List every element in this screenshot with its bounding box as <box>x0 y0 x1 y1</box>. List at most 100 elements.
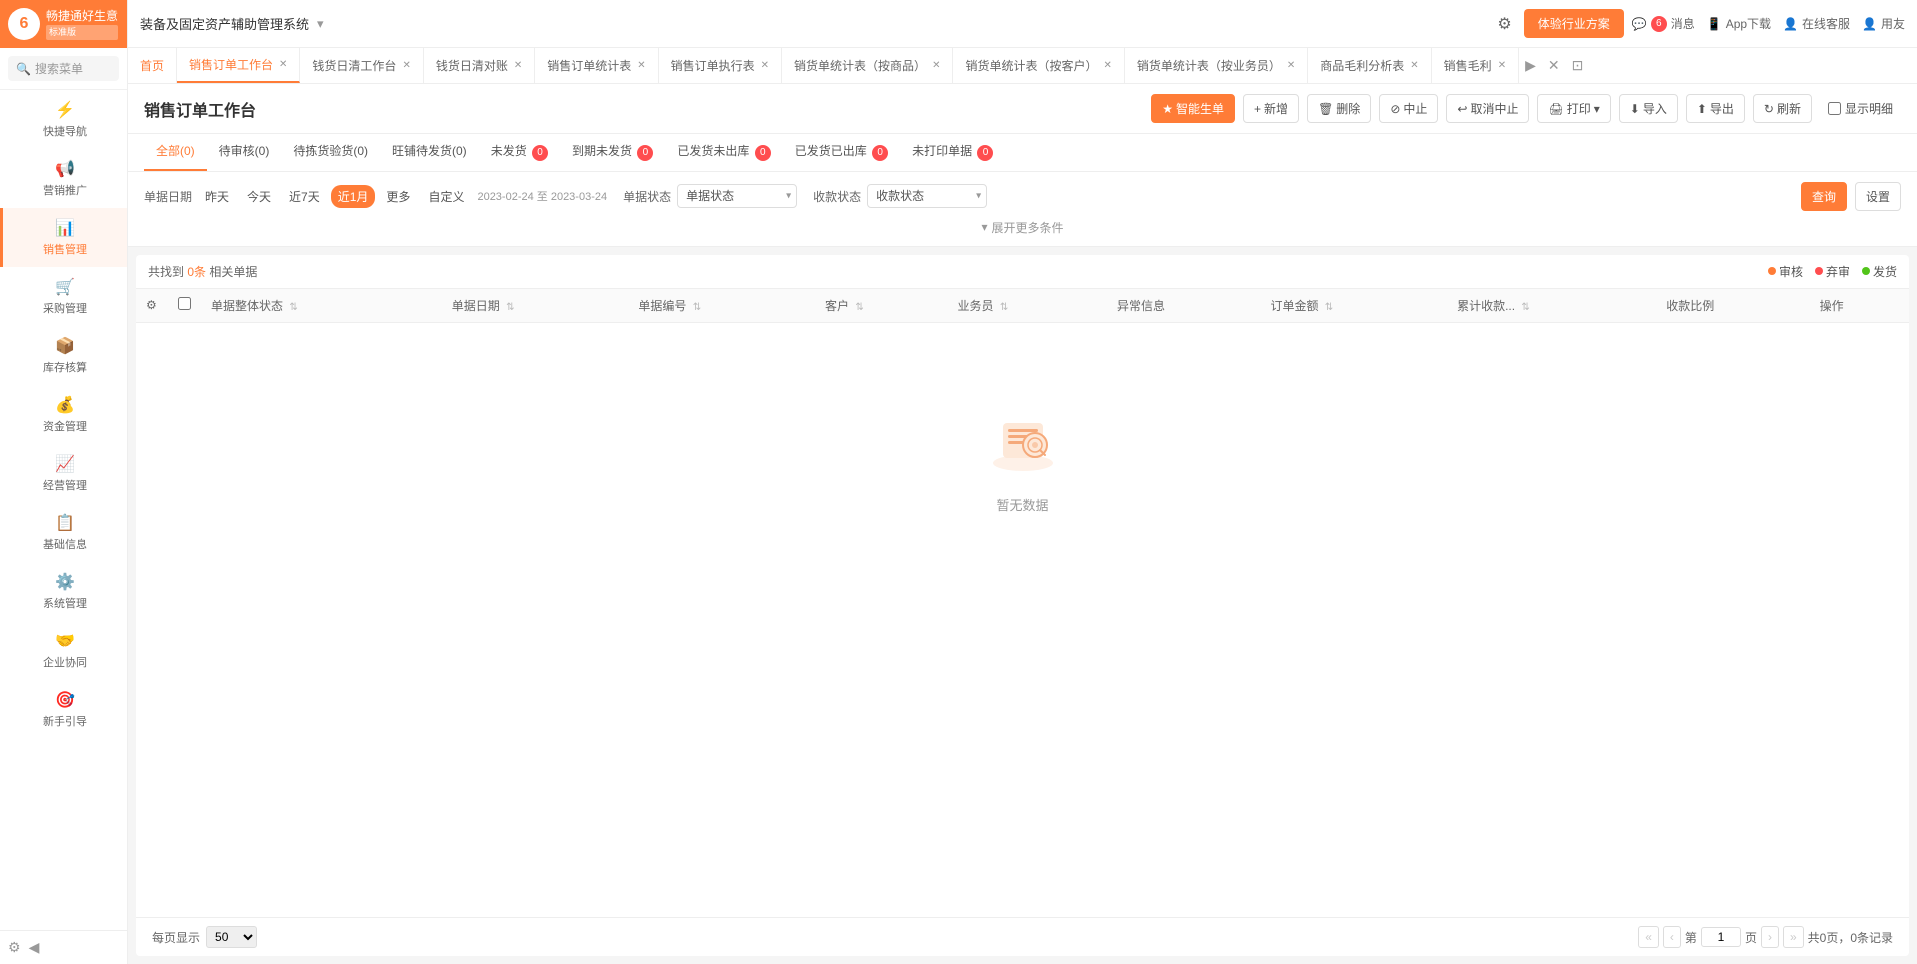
tab-sales-stats-product-close-icon[interactable]: ✕ <box>932 60 940 71</box>
date-btn-today[interactable]: 今天 <box>240 185 278 208</box>
filter-status-select[interactable]: 单据状态 <box>677 184 797 208</box>
filter-status-label: 单据状态 <box>623 188 671 205</box>
topbar-settings-icon[interactable]: ⚙ <box>1493 10 1515 38</box>
subtab-shipped-out[interactable]: 已发货已出库 0 <box>783 134 900 171</box>
query-button[interactable]: 查询 <box>1801 182 1847 211</box>
filter-collect-select[interactable]: 收款状态 <box>867 184 987 208</box>
tab-nav-close[interactable]: ✕ <box>1542 48 1566 83</box>
tab-sales-stats-staff[interactable]: 销货单统计表（按业务员） ✕ <box>1125 48 1308 83</box>
col-amount[interactable]: 订单金额 ⇅ <box>1260 289 1447 323</box>
tab-sales-order-exec-close-icon[interactable]: ✕ <box>761 60 769 71</box>
add-button[interactable]: + 新增 <box>1243 94 1299 123</box>
message-action[interactable]: 💬 6 消息 <box>1632 15 1695 32</box>
sidebar-item-sales[interactable]: 📊 销售管理 <box>0 208 127 267</box>
tab-sales-order-workbench[interactable]: 销售订单工作台 ✕ <box>177 48 300 83</box>
tab-sales-profit[interactable]: 销售毛利 ✕ <box>1432 48 1519 83</box>
cancel-stop-button[interactable]: ↩ 取消中止 <box>1446 94 1529 123</box>
subtab-pending-check[interactable]: 待拣货验货(0) <box>281 134 380 171</box>
col-abnormal[interactable]: 异常信息 <box>1107 289 1260 323</box>
stop-button[interactable]: ⊘ 中止 <box>1379 94 1438 123</box>
review-action[interactable]: 审核 <box>1768 263 1803 280</box>
settings-icon[interactable]: ⚙ <box>8 939 21 956</box>
subtab-wangpu[interactable]: 旺铺待发货(0) <box>380 134 479 171</box>
tab-cash-reconcile[interactable]: 钱货日清对账 ✕ <box>424 48 535 83</box>
select-all-checkbox[interactable] <box>178 297 191 310</box>
col-status[interactable]: 单据整体状态 ⇅ <box>201 289 442 323</box>
col-staff[interactable]: 业务员 ⇅ <box>947 289 1107 323</box>
tab-gross-profit-close-icon[interactable]: ✕ <box>1410 60 1418 71</box>
sidebar-item-guide[interactable]: 🎯 新手引导 <box>0 680 127 739</box>
sidebar-item-enterprise[interactable]: 🤝 企业协同 <box>0 621 127 680</box>
sidebar-item-purchase[interactable]: 🛒 采购管理 <box>0 267 127 326</box>
search-input-area[interactable]: 🔍 搜索菜单 <box>8 56 119 81</box>
tab-home[interactable]: 首页 <box>128 48 177 83</box>
date-btn-1month[interactable]: 近1月 <box>331 185 376 208</box>
user-action[interactable]: 👤 用友 <box>1862 15 1905 32</box>
next-page-button[interactable]: › <box>1761 926 1779 948</box>
online-service-action[interactable]: 👤 在线客服 <box>1783 15 1850 32</box>
col-settings[interactable]: ⚙ <box>136 289 168 323</box>
sidebar-item-marketing[interactable]: 📢 营销推广 <box>0 149 127 208</box>
tab-sales-stats-customer-close-icon[interactable]: ✕ <box>1103 60 1111 71</box>
tab-sales-stats-customer[interactable]: 销货单统计表（按客户） ✕ <box>953 48 1124 83</box>
cancel-review-action[interactable]: 弃审 <box>1815 263 1850 280</box>
show-detail-input[interactable] <box>1828 102 1841 115</box>
app-download-action[interactable]: 📱 App下载 <box>1707 15 1771 32</box>
tab-sales-order-exec[interactable]: 销售订单执行表 ✕ <box>659 48 782 83</box>
col-customer[interactable]: 客户 ⇅ <box>815 289 947 323</box>
tab-gross-profit[interactable]: 商品毛利分析表 ✕ <box>1308 48 1431 83</box>
tab-sales-profit-close-icon[interactable]: ✕ <box>1498 60 1506 71</box>
tab-sales-order-stats[interactable]: 销售订单统计表 ✕ <box>535 48 658 83</box>
tab-sales-stats-staff-close-icon[interactable]: ✕ <box>1287 60 1295 71</box>
sidebar-item-quick-nav[interactable]: ⚡ 快捷导航 <box>0 90 127 149</box>
show-detail-checkbox[interactable]: 显示明细 <box>1820 95 1901 122</box>
col-ratio[interactable]: 收款比例 <box>1656 289 1809 323</box>
refresh-button[interactable]: ↻ 刷新 <box>1753 94 1812 123</box>
import-button[interactable]: ⬇ 导入 <box>1619 94 1678 123</box>
tab-sales-order-stats-close-icon[interactable]: ✕ <box>637 60 645 71</box>
industry-solution-button[interactable]: 体验行业方案 <box>1524 9 1624 38</box>
col-date[interactable]: 单据日期 ⇅ <box>442 289 629 323</box>
subtab-not-shipped[interactable]: 未发货 0 <box>479 134 560 171</box>
subtab-not-printed[interactable]: 未打印单据 0 <box>900 134 1005 171</box>
per-page-select[interactable]: 50 10 20 100 <box>206 926 257 948</box>
collapse-icon[interactable]: ◀ <box>29 939 40 956</box>
date-btn-more[interactable]: 更多 <box>379 185 417 208</box>
export-button[interactable]: ⬆ 导出 <box>1686 94 1745 123</box>
delete-button[interactable]: 🗑 删除 <box>1307 94 1371 123</box>
col-collected[interactable]: 累计收款... ⇅ <box>1447 289 1656 323</box>
col-number[interactable]: 单据编号 ⇅ <box>628 289 815 323</box>
tab-nav-more[interactable]: ▶ <box>1519 48 1542 83</box>
tab-cash-reconcile-close-icon[interactable]: ✕ <box>514 60 522 71</box>
sidebar-item-system[interactable]: ⚙️ 系统管理 <box>0 562 127 621</box>
print-button[interactable]: 🖨 打印 ▾ <box>1537 94 1610 123</box>
sidebar-item-basic-info[interactable]: 📋 基础信息 <box>0 503 127 562</box>
tab-cash-daily[interactable]: 钱货日清工作台 ✕ <box>300 48 423 83</box>
subtab-all[interactable]: 全部(0) <box>144 134 207 171</box>
subtab-pending-review[interactable]: 待审核(0) <box>207 134 282 171</box>
tab-sales-stats-product[interactable]: 销货单统计表（按商品） ✕ <box>782 48 953 83</box>
sidebar-item-operations[interactable]: 📈 经营管理 <box>0 444 127 503</box>
subtab-shipped-not-out[interactable]: 已发货未出库 0 <box>665 134 782 171</box>
tab-nav-expand[interactable]: ⊡ <box>1566 48 1590 83</box>
date-btn-7days[interactable]: 近7天 <box>282 185 327 208</box>
ship-action[interactable]: 发货 <box>1862 263 1897 280</box>
sidebar-item-inventory[interactable]: 📦 库存核算 <box>0 326 127 385</box>
col-checkbox[interactable] <box>168 289 201 323</box>
page-number-input[interactable] <box>1701 927 1741 947</box>
date-btn-yesterday[interactable]: 昨天 <box>198 185 236 208</box>
expand-conditions-button[interactable]: ▾ 展开更多条件 <box>144 211 1901 236</box>
prev-page-button[interactable]: ‹ <box>1663 926 1681 948</box>
first-page-button[interactable]: « <box>1638 926 1659 948</box>
sidebar-item-finance[interactable]: 💰 资金管理 <box>0 385 127 444</box>
set-button[interactable]: 设置 <box>1855 182 1901 211</box>
sidebar-search[interactable]: 🔍 搜索菜单 <box>0 48 127 90</box>
purchase-label: 采购管理 <box>43 300 87 316</box>
smart-create-button[interactable]: ★ 智能生单 <box>1151 94 1235 123</box>
date-btn-custom[interactable]: 自定义 <box>421 185 471 208</box>
sidebar-bottom: ⚙ ◀ <box>0 930 127 964</box>
last-page-button[interactable]: » <box>1783 926 1804 948</box>
subtab-expired-not-shipped[interactable]: 到期未发货 0 <box>560 134 665 171</box>
tab-sales-order-workbench-close-icon[interactable]: ✕ <box>279 59 287 70</box>
tab-cash-daily-close-icon[interactable]: ✕ <box>402 60 410 71</box>
